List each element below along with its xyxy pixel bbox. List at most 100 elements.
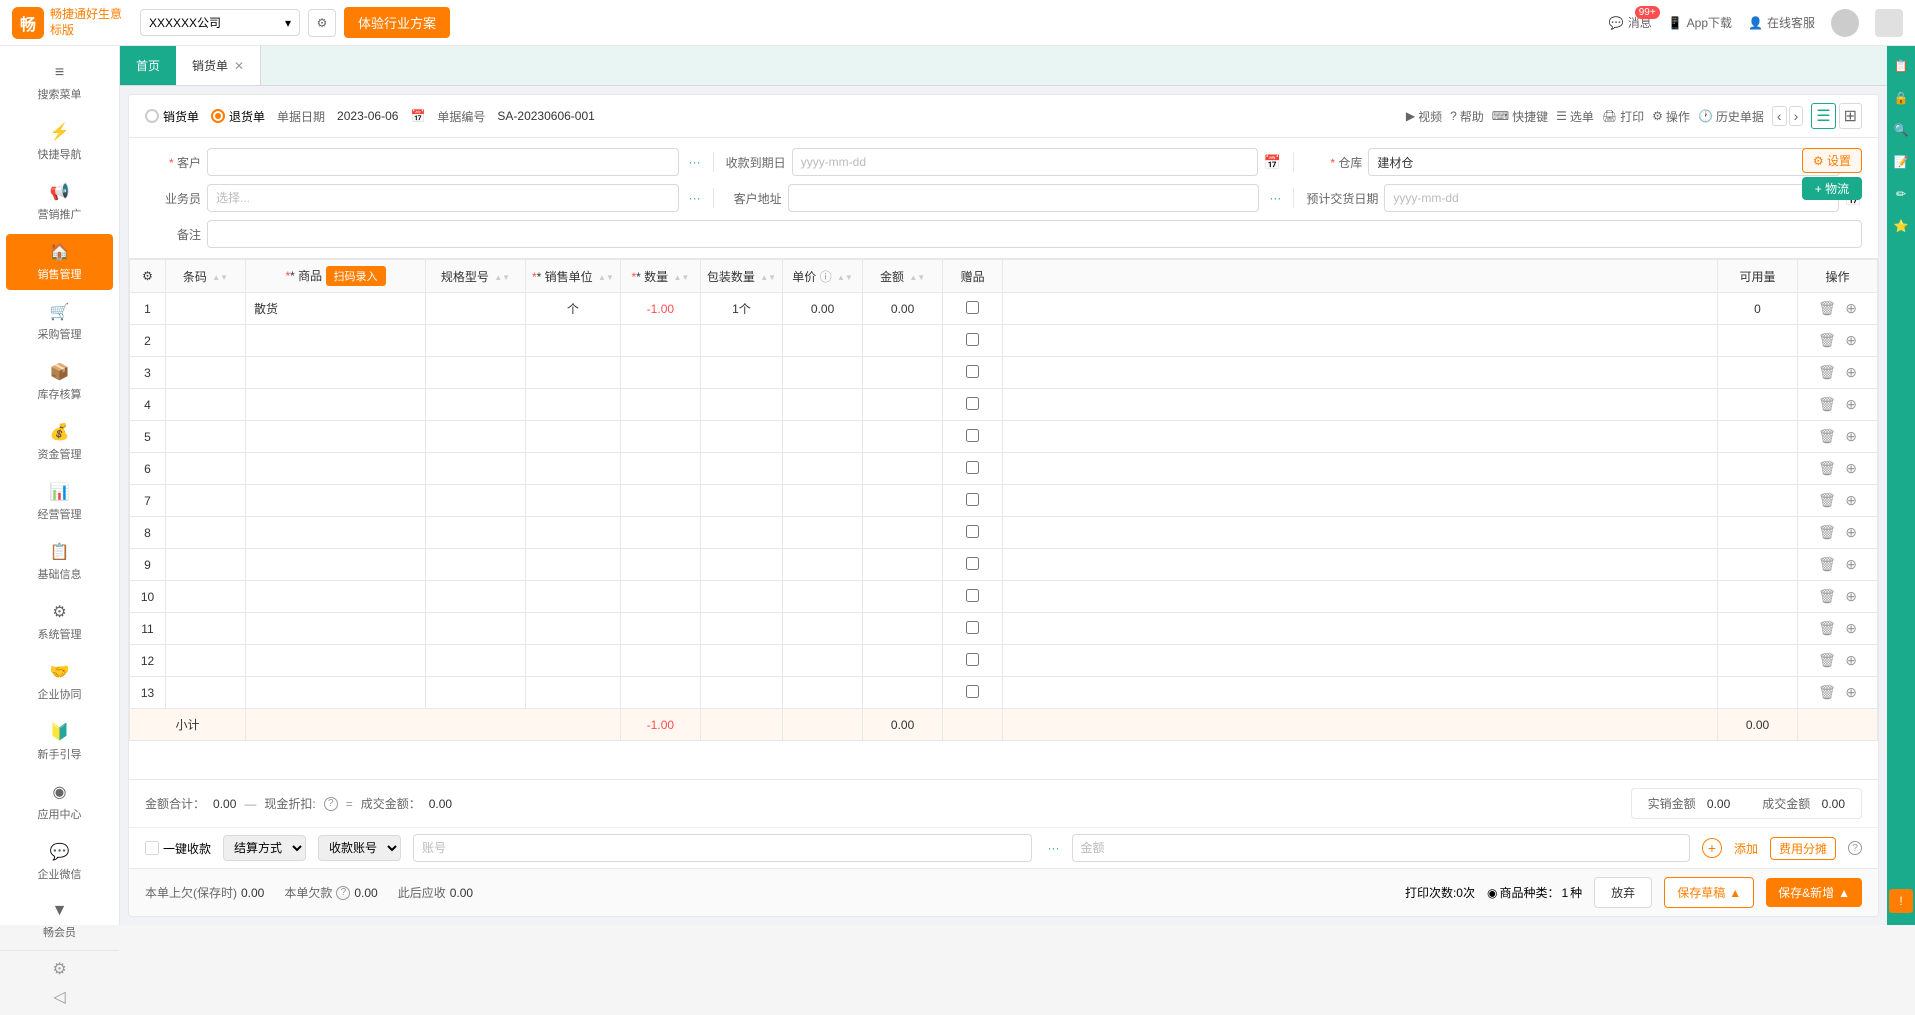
row-spec[interactable]	[426, 389, 526, 421]
list-view-icon[interactable]: ☰	[1811, 103, 1835, 129]
row-gift[interactable]	[943, 325, 1003, 357]
row-spec[interactable]	[426, 293, 526, 325]
settlement-method-select[interactable]: 结算方式	[223, 835, 306, 861]
row-gift[interactable]	[943, 485, 1003, 517]
grid-view-icon[interactable]: ⊞	[1839, 103, 1862, 129]
sidebar-item-guide[interactable]: 🔰 新手引导	[6, 714, 113, 770]
collapse-icon[interactable]: ◁	[53, 987, 65, 1007]
account-select[interactable]: 收款账号	[318, 835, 401, 861]
account-number-input[interactable]	[413, 834, 1031, 862]
row-spec[interactable]	[426, 357, 526, 389]
owe-help-icon[interactable]: ?	[336, 886, 350, 900]
row-spec[interactable]	[426, 453, 526, 485]
row-barcode[interactable]	[166, 357, 246, 389]
copy-row-icon[interactable]: ⊕	[1845, 556, 1857, 572]
row-qty[interactable]	[620, 325, 700, 357]
rs-document[interactable]: 📝	[1889, 150, 1913, 174]
delete-row-icon[interactable]: 🗑	[1818, 332, 1836, 348]
settings-bottom-icon[interactable]: ⚙	[52, 959, 66, 979]
fee-help-icon[interactable]: ?	[1848, 841, 1862, 855]
avatar[interactable]	[1831, 9, 1859, 37]
radio-return[interactable]: 退货单	[211, 108, 265, 125]
sidebar-item-operations[interactable]: 📊 经营管理	[6, 474, 113, 530]
tab-sales-order[interactable]: 销货单 ✕	[176, 46, 261, 85]
sidebar-item-system[interactable]: ⚙ 系统管理	[6, 594, 113, 650]
tab-home[interactable]: 首页	[120, 46, 176, 85]
row-qty[interactable]	[620, 485, 700, 517]
sidebar-item-search[interactable]: ≡ 搜索菜单	[6, 56, 113, 110]
row-spec[interactable]	[426, 581, 526, 613]
row-gift[interactable]	[943, 421, 1003, 453]
sidebar-item-inventory[interactable]: 📦 库存核算	[6, 354, 113, 410]
discount-help-icon[interactable]: ?	[324, 797, 338, 811]
fee-split-button[interactable]: 费用分摊	[1770, 837, 1836, 860]
sidebar-item-finance[interactable]: 💰 资金管理	[6, 414, 113, 470]
row-qty[interactable]	[620, 549, 700, 581]
addr-select-icon[interactable]: ···	[1269, 191, 1281, 205]
salesperson-input[interactable]	[207, 184, 679, 212]
row-qty[interactable]	[620, 453, 700, 485]
delete-row-icon[interactable]: 🗑	[1818, 460, 1836, 476]
amount-input[interactable]	[1072, 834, 1690, 862]
payment-calendar-icon[interactable]: 📅	[1264, 154, 1281, 171]
row-gift[interactable]	[943, 581, 1003, 613]
row-gift[interactable]	[943, 645, 1003, 677]
radio-sales[interactable]: 销货单	[145, 108, 199, 125]
row-gift[interactable]	[943, 549, 1003, 581]
goods-type-radio[interactable]: ◉	[1487, 886, 1497, 900]
row-barcode[interactable]	[166, 645, 246, 677]
rs-star[interactable]: ⭐	[1889, 214, 1913, 238]
delete-row-icon[interactable]: 🗑	[1818, 492, 1836, 508]
next-arrow[interactable]: ›	[1789, 106, 1804, 126]
tab-close-icon[interactable]: ✕	[234, 59, 244, 73]
settings-button[interactable]: ⚙	[308, 9, 336, 37]
copy-row-icon[interactable]: ⊕	[1845, 652, 1857, 668]
salesperson-select-icon[interactable]: ···	[689, 191, 701, 205]
sidebar-item-enterprise[interactable]: 🤝 企业协同	[6, 654, 113, 710]
rs-notes[interactable]: 📋	[1889, 54, 1913, 78]
app-download-button[interactable]: 📱 App下载	[1668, 14, 1732, 31]
copy-row-icon[interactable]: ⊕	[1845, 524, 1857, 540]
row-gift[interactable]	[943, 613, 1003, 645]
row-qty[interactable]	[620, 645, 700, 677]
row-gift[interactable]	[943, 357, 1003, 389]
row-qty[interactable]	[620, 357, 700, 389]
rs-lock[interactable]: 🔒	[1889, 86, 1913, 110]
abandon-button[interactable]: 放弃	[1594, 877, 1652, 908]
row-price[interactable]	[783, 389, 863, 421]
sidebar-item-wechat[interactable]: 💬 企业微信	[6, 834, 113, 890]
copy-row-icon[interactable]: ⊕	[1845, 620, 1857, 636]
row-price[interactable]	[783, 517, 863, 549]
operations-button[interactable]: ⚙ 操作	[1652, 108, 1690, 125]
online-service-button[interactable]: 👤 在线客服	[1748, 14, 1815, 31]
price-info-icon[interactable]: ⓘ	[820, 270, 832, 284]
delete-row-icon[interactable]: 🗑	[1818, 620, 1836, 636]
row-gift[interactable]	[943, 293, 1003, 325]
row-gift[interactable]	[943, 677, 1003, 709]
sidebar-item-purchase[interactable]: 🛒 采购管理	[6, 294, 113, 350]
row-qty[interactable]	[620, 517, 700, 549]
payment-due-input[interactable]	[792, 148, 1258, 176]
row-barcode[interactable]	[166, 613, 246, 645]
save-draft-button[interactable]: 保存草稿 ▲	[1664, 877, 1754, 908]
row-barcode[interactable]	[166, 485, 246, 517]
copy-row-icon[interactable]: ⊕	[1845, 460, 1857, 476]
calendar-icon[interactable]: 📅	[410, 109, 425, 123]
row-qty[interactable]	[620, 581, 700, 613]
th-settings[interactable]: ⚙	[130, 260, 166, 293]
history-button[interactable]: 🕐 历史单据	[1698, 108, 1764, 125]
row-spec[interactable]	[426, 517, 526, 549]
customer-addr-input[interactable]	[788, 184, 1260, 212]
row-price[interactable]	[783, 325, 863, 357]
print-button[interactable]: 🖨 打印	[1602, 108, 1644, 125]
save-new-button[interactable]: 保存&新增 ▲	[1766, 878, 1862, 907]
sidebar-item-member[interactable]: ▼ 畅会员	[6, 894, 113, 948]
copy-row-icon[interactable]: ⊕	[1845, 300, 1857, 316]
row-qty[interactable]	[620, 421, 700, 453]
row-qty[interactable]	[620, 389, 700, 421]
rs-search[interactable]: 🔍	[1889, 118, 1913, 142]
rs-alert[interactable]: !	[1889, 889, 1913, 913]
row-barcode[interactable]	[166, 293, 246, 325]
row-price[interactable]	[783, 581, 863, 613]
row-price[interactable]	[783, 677, 863, 709]
